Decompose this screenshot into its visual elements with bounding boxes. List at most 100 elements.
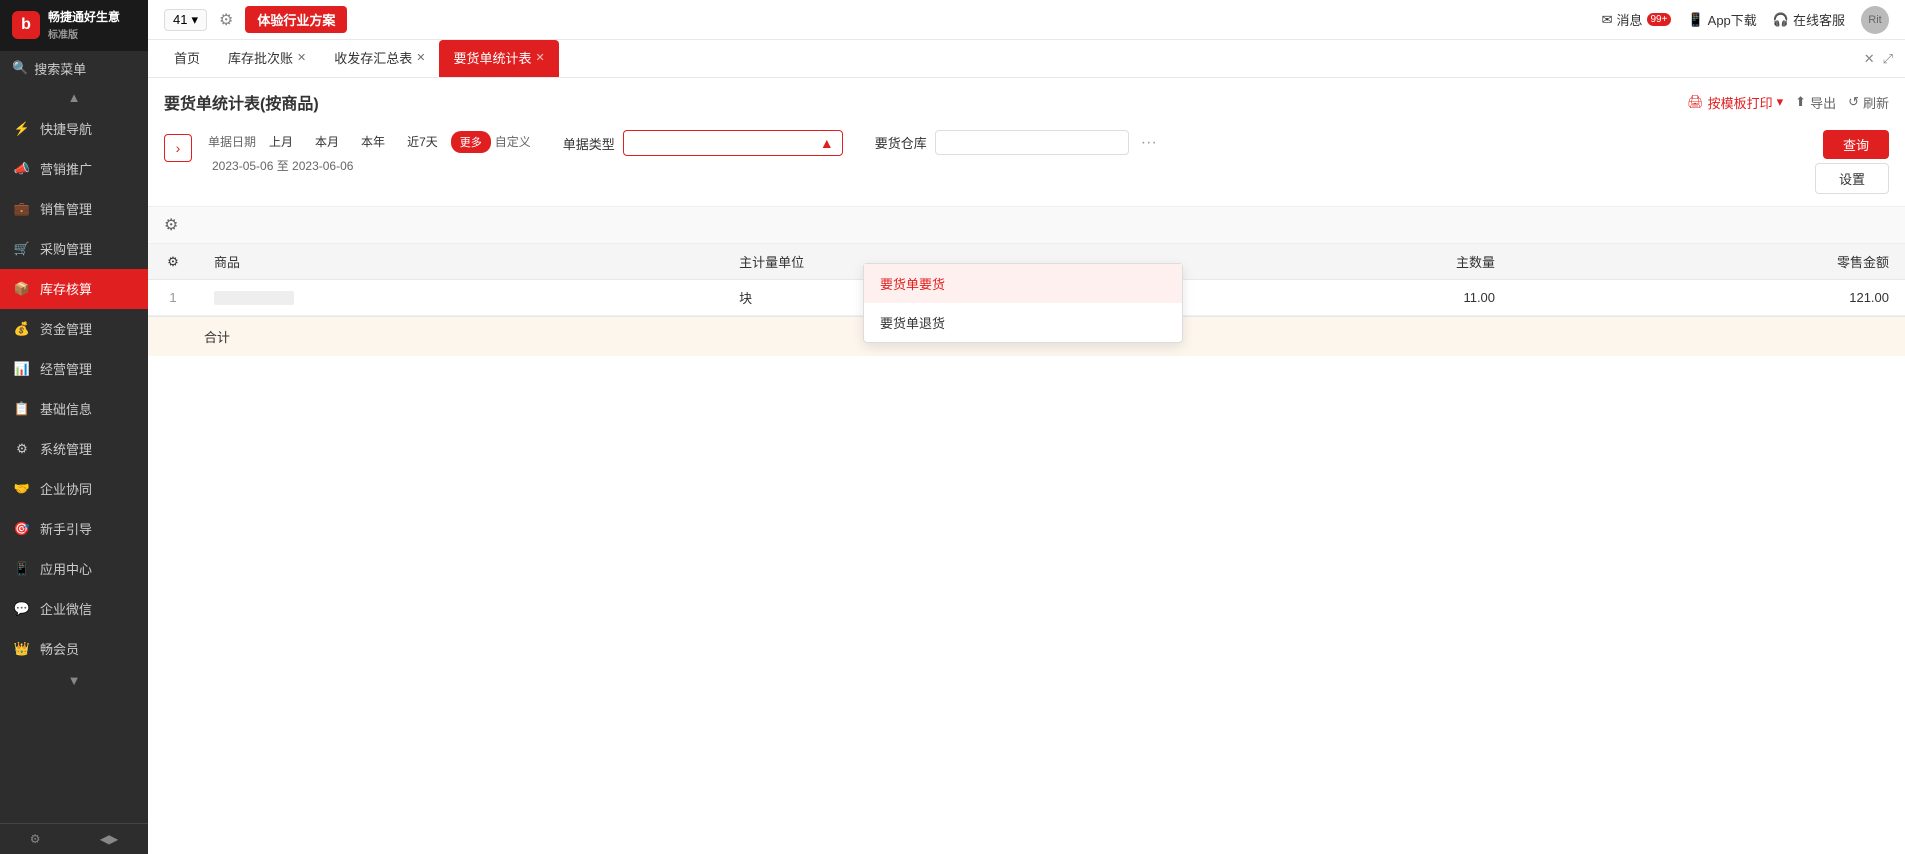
logo-name: 畅捷通好生意 [48, 10, 120, 26]
date-custom-btn[interactable]: 自定义 [495, 133, 531, 150]
sidebar-item-label: 采购管理 [40, 239, 92, 258]
tab-demand-stats-close[interactable]: ✕ [536, 51, 545, 64]
sidebar-item-system[interactable]: ⚙ 系统管理 [0, 429, 148, 469]
refresh-icon: ↺ [1848, 94, 1859, 110]
row-num: 1 [148, 280, 198, 316]
main-content: 41 ▾ ⚙ 体验行业方案 ✉ 消息 99+ 📱 App下载 🎧 在线客服 Ri… [148, 0, 1905, 854]
sidebar-item-quick-nav[interactable]: ⚡ 快捷导航 [0, 109, 148, 149]
date-this-month-btn[interactable]: 本月 [306, 130, 348, 153]
type-dropdown: 要货单要货 要货单退货 [863, 263, 1183, 343]
filter-more-icon[interactable]: ··· [1141, 134, 1157, 152]
tab-receive-summary-close[interactable]: ✕ [416, 51, 425, 64]
sidebar-item-operations[interactable]: 📊 经营管理 [0, 349, 148, 389]
date-prev-month-btn[interactable]: 上月 [260, 130, 302, 153]
type-filter-select[interactable]: ▲ [623, 130, 843, 156]
user-avatar[interactable]: Rit [1861, 6, 1889, 34]
dropdown-item-demand-return[interactable]: 要货单退货 [864, 303, 1182, 342]
sidebar-item-enterprise[interactable]: 🤝 企业协同 [0, 469, 148, 509]
sidebar-item-sales[interactable]: 💼 销售管理 [0, 189, 148, 229]
window-restore-icon[interactable]: ✕ [1864, 51, 1875, 67]
sidebar-item-label: 销售管理 [40, 199, 92, 218]
warehouse-filter-input-wrap[interactable] [935, 130, 1129, 155]
sidebar-item-inventory[interactable]: 📦 库存核算 [0, 269, 148, 309]
export-button[interactable]: ⬆ 导出 [1795, 93, 1836, 112]
sidebar-bottom: ⚙ ◀▶ [0, 823, 148, 854]
app-download-label: App下载 [1708, 10, 1757, 29]
filter-expand-button[interactable]: › [164, 134, 192, 162]
sidebar-item-label: 企业协同 [40, 479, 92, 498]
wechat-icon: 💬 [12, 599, 32, 619]
sidebar-item-app-center[interactable]: 📱 应用中心 [0, 549, 148, 589]
settings-btn[interactable]: ⚙ [30, 832, 41, 846]
settings-gear-icon[interactable]: ⚙ [219, 10, 233, 30]
trial-button[interactable]: 体验行业方案 [245, 6, 347, 33]
col-settings: ⚙ [148, 244, 198, 280]
dropdown-item-demand-order[interactable]: 要货单要货 [864, 264, 1182, 303]
row-quantity: 11.00 [1178, 280, 1511, 316]
sidebar-scroll-up[interactable]: ▲ [0, 86, 148, 109]
message-icon: ✉ [1602, 12, 1613, 28]
tab-window-controls: ✕ ⤢ [1864, 51, 1893, 67]
search-menu[interactable]: 🔍 搜索菜单 [0, 51, 148, 86]
message-label: 消息 [1616, 10, 1642, 29]
tab-inventory-batch-close[interactable]: ✕ [297, 51, 306, 64]
date-this-year-btn[interactable]: 本年 [352, 130, 394, 153]
collapse-btn[interactable]: ◀▶ [100, 832, 118, 846]
type-filter-group: 单据类型 ▲ [563, 130, 843, 156]
type-filter-input[interactable] [632, 136, 820, 151]
sidebar-item-label: 畅会员 [40, 639, 79, 658]
sales-icon: 💼 [12, 199, 32, 219]
header-right: ✉ 消息 99+ 📱 App下载 🎧 在线客服 Rit [1602, 6, 1889, 34]
sidebar-item-guide[interactable]: 🎯 新手引导 [0, 509, 148, 549]
table-gear-icon[interactable]: ⚙ [164, 215, 178, 235]
sidebar-item-wechat[interactable]: 💬 企业微信 [0, 589, 148, 629]
app-download-action[interactable]: 📱 App下载 [1687, 10, 1756, 29]
date-last-7days-btn[interactable]: 近7天 [398, 130, 447, 153]
type-select-chevron-up-icon: ▲ [820, 135, 834, 151]
col-settings-icon[interactable]: ⚙ [167, 254, 179, 269]
refresh-button[interactable]: ↺ 刷新 [1848, 93, 1889, 112]
print-icon: 🖨 [1687, 94, 1704, 110]
tab-receive-summary[interactable]: 收发存汇总表 ✕ [320, 40, 439, 77]
col-product: 商品 [198, 244, 723, 280]
warehouse-filter-group: 要货仓库 ··· [875, 130, 1157, 155]
sidebar-item-purchase[interactable]: 🛒 采购管理 [0, 229, 148, 269]
filter-bar: › 单据日期 上月 本月 本年 近7天 更多 自定义 2023-05-06 至 … [148, 122, 1905, 207]
row-amount: 121.00 [1511, 280, 1905, 316]
company-selector[interactable]: 41 ▾ [164, 9, 207, 31]
online-service-action[interactable]: 🎧 在线客服 [1773, 10, 1845, 29]
system-icon: ⚙ [12, 439, 32, 459]
tab-demand-stats[interactable]: 要货单统计表 ✕ [439, 40, 558, 77]
message-badge: 99+ [1647, 13, 1672, 26]
window-expand-icon[interactable]: ⤢ [1883, 51, 1893, 67]
message-action[interactable]: ✉ 消息 99+ [1602, 10, 1672, 29]
sidebar-item-member[interactable]: 👑 畅会员 [0, 629, 148, 669]
query-button[interactable]: 查询 [1823, 130, 1889, 159]
tab-home[interactable]: 首页 [160, 40, 214, 77]
page-content: 要货单统计表(按商品) 🖨 按模板打印 ▾ ⬆ 导出 ↺ 刷新 [148, 78, 1905, 854]
sidebar-item-base-info[interactable]: 📋 基础信息 [0, 389, 148, 429]
page-title-bar: 要货单统计表(按商品) 🖨 按模板打印 ▾ ⬆ 导出 ↺ 刷新 [148, 78, 1905, 122]
print-button[interactable]: 🖨 按模板打印 ▾ [1687, 93, 1783, 112]
download-icon: 📱 [1687, 12, 1703, 28]
print-chevron-icon: ▾ [1777, 94, 1784, 110]
date-more-badge[interactable]: 更多 [451, 131, 491, 153]
query-actions: 查询 设置 [1815, 130, 1889, 194]
tab-inventory-batch[interactable]: 库存批次账 ✕ [214, 40, 320, 77]
enterprise-icon: 🤝 [12, 479, 32, 499]
sidebar-item-label: 新手引导 [40, 519, 92, 538]
sidebar-item-marketing[interactable]: 📣 营销推广 [0, 149, 148, 189]
sidebar-scroll-down[interactable]: ▼ [0, 669, 148, 692]
tab-inventory-batch-label: 库存批次账 [228, 48, 293, 67]
app-center-icon: 📱 [12, 559, 32, 579]
sidebar-item-label: 企业微信 [40, 599, 92, 618]
finance-icon: 💰 [12, 319, 32, 339]
warehouse-filter-input[interactable] [944, 135, 1120, 150]
base-info-icon: 📋 [12, 399, 32, 419]
set-button[interactable]: 设置 [1815, 163, 1889, 194]
sidebar-item-finance[interactable]: 💰 资金管理 [0, 309, 148, 349]
logo-sub: 标准版 [48, 26, 120, 41]
sidebar-item-label: 系统管理 [40, 439, 92, 458]
sidebar-item-label: 资金管理 [40, 319, 92, 338]
export-icon: ⬆ [1795, 94, 1806, 110]
